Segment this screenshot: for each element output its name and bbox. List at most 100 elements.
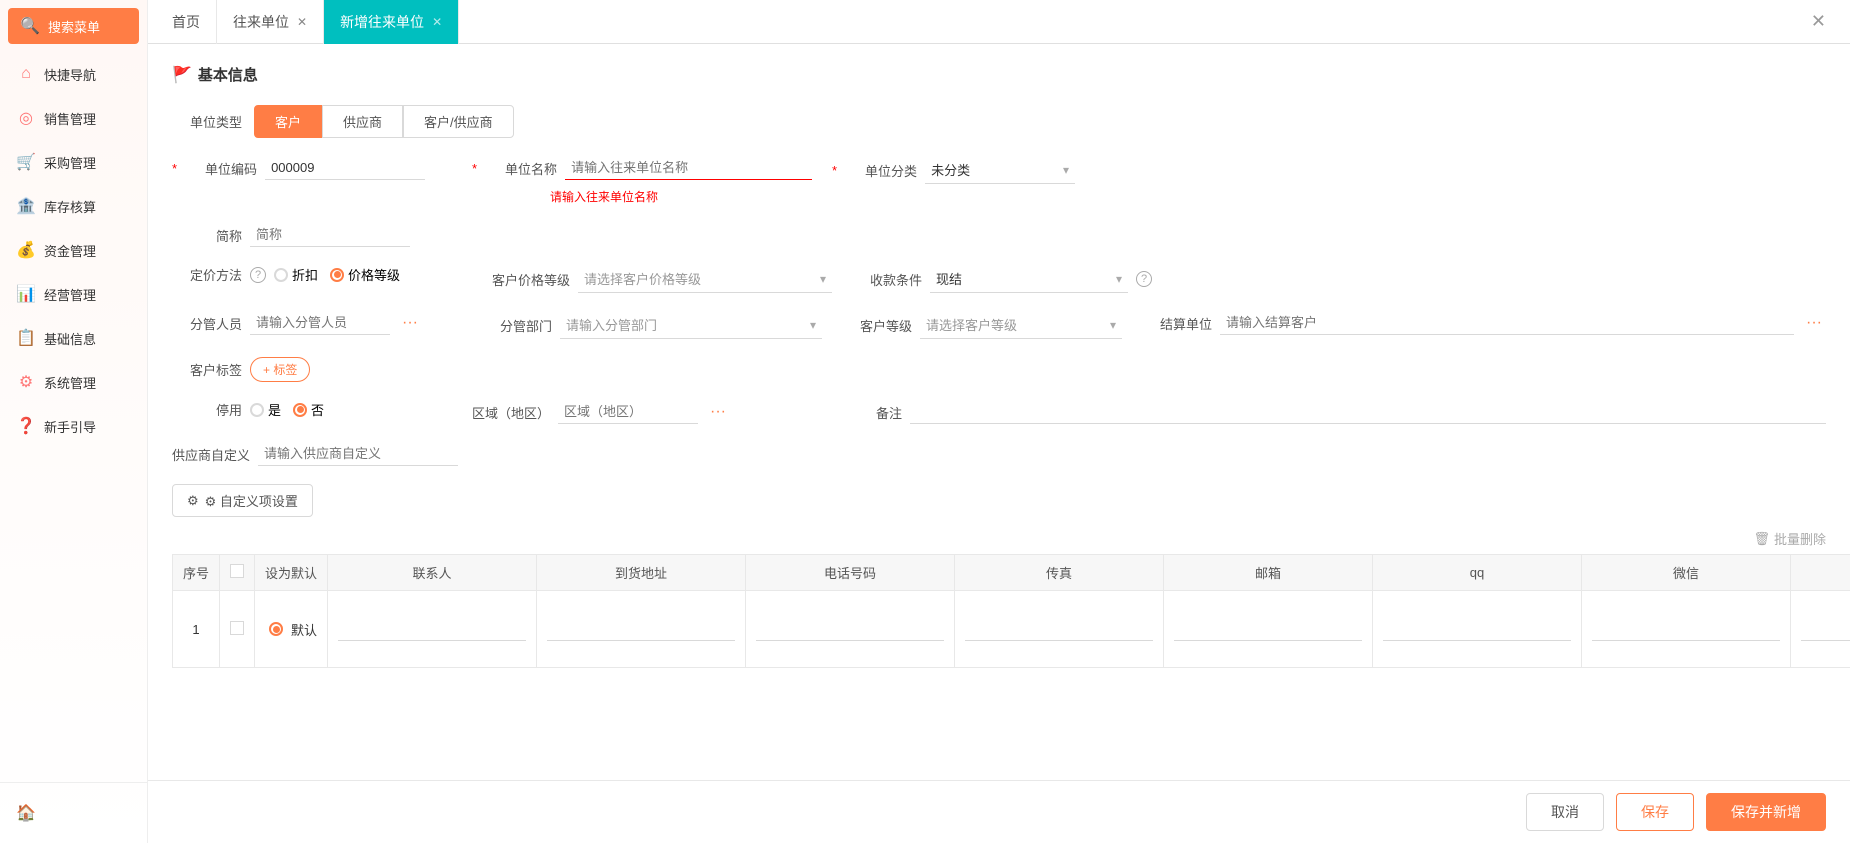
unit-type-supplier[interactable]: 供应商 [322, 105, 403, 138]
row-contact[interactable] [328, 591, 537, 668]
manager-more-btn[interactable]: ··· [398, 314, 422, 332]
row-email[interactable] [1164, 591, 1373, 668]
cancel-button[interactable]: 取消 [1526, 793, 1604, 831]
sidebar-item-operations[interactable]: 📊 经营管理 [0, 272, 147, 316]
short-name-row: 简称 [172, 223, 1826, 247]
pricing-help-icon[interactable]: ? [250, 267, 266, 283]
unit-name-input[interactable] [565, 156, 812, 180]
tab-home[interactable]: 首页 [156, 0, 217, 44]
save-button[interactable]: 保存 [1616, 793, 1694, 831]
manager-input[interactable] [250, 311, 390, 335]
customer-level-label: 客户等级 [842, 316, 912, 335]
disabled-yes-radio [250, 403, 264, 417]
row-fax-input[interactable] [965, 617, 1153, 641]
disabled-yes-option[interactable]: 是 [250, 400, 281, 419]
row-region[interactable] [1791, 591, 1850, 668]
batch-delete-btn[interactable]: 🗑 批量删除 [1753, 529, 1826, 548]
sidebar-bottom-home[interactable]: 🏠 [0, 791, 147, 835]
unit-code-field: * 单位编码 [172, 156, 452, 180]
customer-level-select[interactable]: 请选择客户等级 ▾ [920, 311, 1122, 339]
region-more-btn[interactable]: ··· [706, 403, 730, 421]
tab-partners[interactable]: 往来单位 ✕ [217, 0, 324, 44]
sidebar-item-purchase[interactable]: 🛒 采购管理 [0, 140, 147, 184]
settlement-unit-more-btn[interactable]: ··· [1802, 314, 1826, 332]
contact-table-section: 🗑 批量删除 序号 设为默认 联系人 到货地址 电话号码 传真 邮箱 qq [172, 529, 1826, 668]
system-icon: ⚙ [16, 372, 36, 392]
short-name-input[interactable] [250, 223, 410, 247]
disabled-no-option[interactable]: 否 [293, 400, 324, 419]
settlement-unit-input[interactable] [1220, 311, 1794, 335]
row-contact-input[interactable] [338, 617, 526, 641]
row-qq-input[interactable] [1383, 617, 1571, 641]
row-fax[interactable] [955, 591, 1164, 668]
unit-code-input[interactable] [265, 156, 425, 180]
region-input[interactable] [558, 400, 698, 424]
remark-label: 备注 [832, 403, 902, 422]
sidebar-item-finance[interactable]: 💰 资金管理 [0, 228, 147, 272]
tab-bar: 首页 往来单位 ✕ 新增往来单位 ✕ ✕ [148, 0, 1850, 44]
payment-terms-help-icon[interactable]: ? [1136, 271, 1152, 287]
region-label: 区域（地区） [472, 403, 550, 422]
customer-price-level-chevron: ▾ [820, 272, 826, 286]
pricing-level-option[interactable]: 价格等级 [330, 265, 400, 284]
remark-field: 备注 [832, 400, 1826, 424]
department-field: 分管部门 请输入分管部门 ▾ [482, 311, 822, 339]
customer-price-level-select[interactable]: 请选择客户价格等级 ▾ [578, 265, 832, 293]
table-toolbar: 🗑 批量删除 [172, 529, 1826, 548]
save-new-button[interactable]: 保存并新增 [1706, 793, 1826, 831]
customer-price-level-field: 客户价格等级 请选择客户价格等级 ▾ [492, 265, 832, 293]
tab-partners-close[interactable]: ✕ [297, 15, 307, 29]
sidebar-item-inventory[interactable]: 🏦 库存核算 [0, 184, 147, 228]
row-default: 默认 [255, 591, 328, 668]
sidebar: 🔍 搜索菜单 ⌂ 快捷导航 ◎ 销售管理 🛒 采购管理 🏦 库存核算 💰 资金管… [0, 0, 148, 843]
row-wechat-input[interactable] [1592, 617, 1780, 641]
sidebar-item-sales[interactable]: ◎ 销售管理 [0, 96, 147, 140]
select-all-checkbox[interactable] [230, 564, 244, 578]
customer-level-field: 客户等级 请选择客户等级 ▾ [842, 311, 1122, 339]
add-tag-button[interactable]: + 标签 [250, 357, 310, 382]
pricing-discount-option[interactable]: 折扣 [274, 265, 318, 284]
window-close-icon[interactable]: ✕ [1795, 11, 1842, 32]
table-row: 1 默认 [173, 591, 1850, 668]
settlement-unit-field: 结算单位 ··· [1142, 311, 1826, 335]
flag-icon: 🚩 [172, 65, 192, 85]
unit-type-customer[interactable]: 客户 [254, 105, 322, 138]
row-select-checkbox[interactable] [230, 621, 244, 635]
payment-terms-select[interactable]: 现结 ▾ [930, 265, 1128, 293]
tab-new-partner-close[interactable]: ✕ [432, 15, 442, 29]
col-default: 设为默认 [255, 555, 328, 591]
batch-delete-icon: 🗑 [1753, 531, 1770, 547]
sidebar-item-guide[interactable]: ❓ 新手引导 [0, 404, 147, 448]
supplier-custom-input[interactable] [258, 442, 458, 466]
col-qq: qq [1373, 555, 1582, 591]
remark-input[interactable] [910, 400, 1826, 424]
row-region-input[interactable] [1801, 617, 1850, 641]
row-address-input[interactable] [547, 617, 735, 641]
manager-row: 分管人员 ··· 分管部门 请输入分管部门 ▾ 客户等级 请选择客户等级 ▾ 结… [172, 311, 1826, 339]
row-email-input[interactable] [1174, 617, 1362, 641]
custom-settings-button[interactable]: ⚙ ⚙ 自定义项设置 [172, 484, 313, 517]
unit-category-select[interactable]: 未分类 ▾ [925, 156, 1075, 184]
sidebar-item-quick-nav[interactable]: ⌂ 快捷导航 [0, 52, 147, 96]
row-wechat[interactable] [1582, 591, 1791, 668]
row-phone-input[interactable] [756, 617, 944, 641]
sidebar-item-system[interactable]: ⚙ 系统管理 [0, 360, 147, 404]
tab-new-partner[interactable]: 新增往来单位 ✕ [324, 0, 459, 44]
sidebar-item-basic-info[interactable]: 📋 基础信息 [0, 316, 147, 360]
unit-type-both[interactable]: 客户/供应商 [403, 105, 514, 138]
code-name-category-row: * 单位编码 * 单位名称 请输入往来单位名称 * 单位分类 未分类 [172, 156, 1826, 205]
department-select[interactable]: 请输入分管部门 ▾ [560, 311, 822, 339]
row-default-radio-item[interactable]: 默认 [265, 620, 317, 639]
pricing-level-radio [330, 268, 344, 282]
row-seq: 1 [173, 591, 220, 668]
row-address[interactable] [537, 591, 746, 668]
sidebar-item-search[interactable]: 🔍 搜索菜单 [8, 8, 139, 44]
short-name-label: 简称 [172, 226, 242, 245]
row-qq[interactable] [1373, 591, 1582, 668]
row-phone[interactable] [746, 591, 955, 668]
col-checkbox [220, 555, 255, 591]
col-address: 到货地址 [537, 555, 746, 591]
pricing-method-label: 定价方法 [172, 265, 242, 284]
col-fax: 传真 [955, 555, 1164, 591]
unit-code-label: 单位编码 [187, 159, 257, 178]
